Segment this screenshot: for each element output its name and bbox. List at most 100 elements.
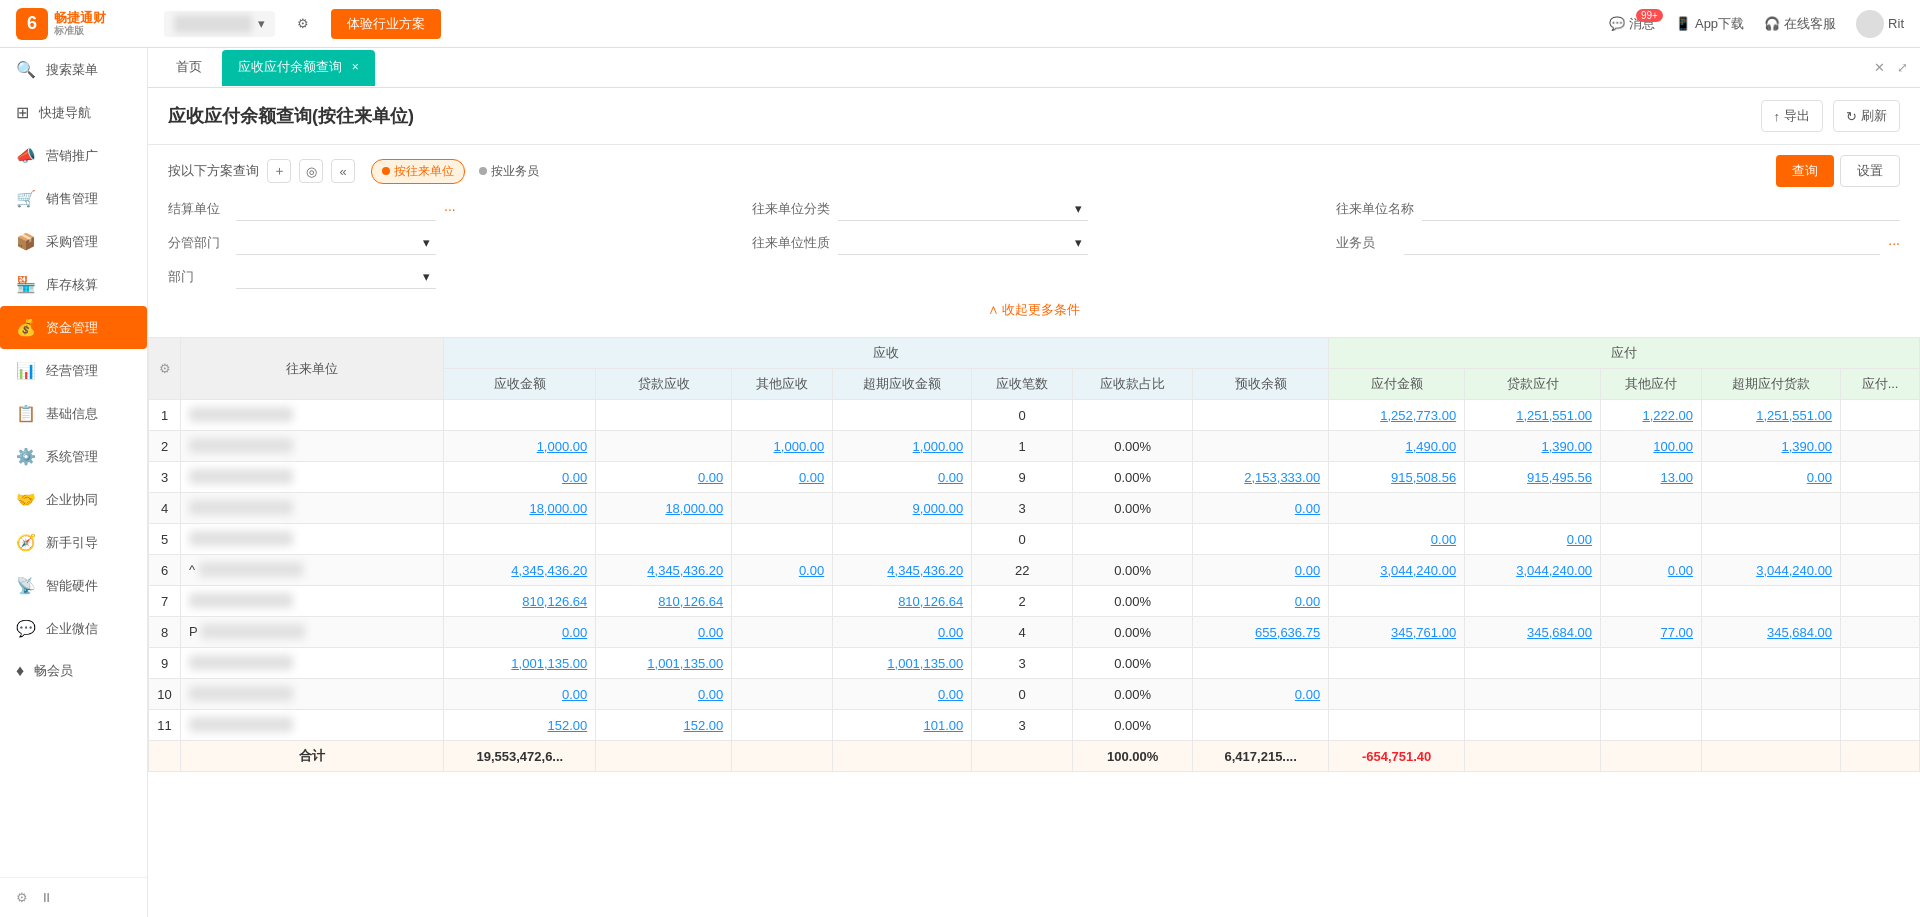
sidebar-item-operations[interactable]: 📊 经营管理 bbox=[0, 349, 147, 392]
filter-collapse-toggle[interactable]: ∧ 收起更多条件 bbox=[168, 293, 1900, 327]
sidebar-item-system[interactable]: ⚙️ 系统管理 bbox=[0, 435, 147, 478]
table-cell[interactable]: 0.00 bbox=[1193, 586, 1329, 617]
table-cell[interactable]: 3,044,240.00 bbox=[1329, 555, 1465, 586]
table-cell[interactable]: 655,636.75 bbox=[1193, 617, 1329, 648]
table-cell[interactable]: 0.00 bbox=[732, 462, 833, 493]
table-cell[interactable] bbox=[1601, 648, 1702, 679]
table-cell[interactable]: 18,000.00 bbox=[596, 493, 732, 524]
table-cell[interactable] bbox=[732, 710, 833, 741]
dept-manager-select[interactable] bbox=[236, 231, 436, 255]
table-cell[interactable] bbox=[1601, 524, 1702, 555]
settings-btn[interactable]: 设置 bbox=[1840, 155, 1900, 187]
table-cell[interactable] bbox=[1329, 493, 1465, 524]
table-cell[interactable]: 1,251,551.00 bbox=[1465, 400, 1601, 431]
table-cell[interactable]: 0.00 bbox=[596, 679, 732, 710]
table-cell[interactable] bbox=[1329, 648, 1465, 679]
sidebar-item-weixin[interactable]: 💬 企业微信 bbox=[0, 607, 147, 650]
table-cell[interactable]: 0.00 bbox=[1465, 524, 1601, 555]
table-cell[interactable] bbox=[1193, 431, 1329, 462]
table-cell[interactable] bbox=[1702, 524, 1841, 555]
table-cell[interactable] bbox=[1193, 524, 1329, 555]
table-cell[interactable]: 1,000.00 bbox=[833, 431, 972, 462]
sidebar-item-sales[interactable]: 🛒 销售管理 bbox=[0, 177, 147, 220]
table-cell[interactable]: 4,345,436.20 bbox=[596, 555, 732, 586]
export-btn[interactable]: ↑ 导出 bbox=[1761, 100, 1824, 132]
table-cell[interactable]: 152.00 bbox=[596, 710, 732, 741]
filter-collapse-btn[interactable]: « bbox=[331, 159, 355, 183]
salesman-ellipsis[interactable]: ··· bbox=[1888, 235, 1900, 251]
table-cell[interactable]: 0.00 bbox=[596, 617, 732, 648]
table-cell[interactable]: 77.00 bbox=[1601, 617, 1702, 648]
table-cell[interactable]: 1,390.00 bbox=[1702, 431, 1841, 462]
company-selector[interactable]: 某某公司某某 ▾ bbox=[164, 11, 275, 37]
table-cell[interactable]: 0.00 bbox=[1702, 462, 1841, 493]
table-cell[interactable]: 345,761.00 bbox=[1329, 617, 1465, 648]
table-cell[interactable] bbox=[833, 400, 972, 431]
table-cell[interactable] bbox=[1601, 493, 1702, 524]
table-cell[interactable]: 0.00 bbox=[444, 462, 596, 493]
table-cell[interactable] bbox=[1193, 710, 1329, 741]
table-cell[interactable]: 0.00 bbox=[833, 617, 972, 648]
settings-bottom-icon[interactable]: ⚙ bbox=[16, 890, 28, 905]
table-cell[interactable]: 345,684.00 bbox=[1702, 617, 1841, 648]
sub-nav-item-by-salesman[interactable]: 按业务员 bbox=[469, 160, 549, 183]
sidebar-item-inventory[interactable]: 🏪 库存核算 bbox=[0, 263, 147, 306]
table-cell[interactable]: 1,490.00 bbox=[1329, 431, 1465, 462]
partner-nature-select[interactable] bbox=[838, 231, 1088, 255]
close-window-icon[interactable]: ✕ bbox=[1874, 60, 1885, 75]
table-cell[interactable] bbox=[1601, 710, 1702, 741]
tab-ar-ap-query[interactable]: 应收应付余额查询 × bbox=[222, 50, 375, 86]
add-filter-btn[interactable]: ＋ bbox=[267, 159, 291, 183]
table-cell[interactable] bbox=[1193, 648, 1329, 679]
table-cell[interactable] bbox=[732, 400, 833, 431]
table-cell[interactable] bbox=[1702, 493, 1841, 524]
salesman-input[interactable] bbox=[1404, 231, 1880, 255]
table-cell[interactable] bbox=[596, 400, 732, 431]
table-cell[interactable]: 1,001,135.00 bbox=[833, 648, 972, 679]
table-cell[interactable] bbox=[1702, 710, 1841, 741]
filter-settings-btn[interactable]: ◎ bbox=[299, 159, 323, 183]
table-settings-icon[interactable]: ⚙ bbox=[159, 361, 171, 376]
maximize-window-icon[interactable]: ⤢ bbox=[1897, 60, 1908, 75]
table-cell[interactable] bbox=[732, 493, 833, 524]
partner-name-input[interactable] bbox=[1422, 197, 1900, 221]
table-cell[interactable] bbox=[596, 431, 732, 462]
table-cell[interactable] bbox=[732, 524, 833, 555]
sidebar-item-search-menu[interactable]: 🔍 搜索菜单 bbox=[0, 48, 147, 91]
sub-nav-item-by-partner[interactable]: 按往来单位 bbox=[371, 159, 465, 184]
table-cell[interactable]: 152.00 bbox=[444, 710, 596, 741]
table-cell[interactable]: 13.00 bbox=[1601, 462, 1702, 493]
table-cell[interactable]: 0.00 bbox=[444, 679, 596, 710]
industry-btn[interactable]: 体验行业方案 bbox=[331, 9, 441, 39]
tab-close-btn[interactable]: × bbox=[352, 60, 359, 74]
table-cell[interactable]: 1,000.00 bbox=[444, 431, 596, 462]
table-cell[interactable]: 9,000.00 bbox=[833, 493, 972, 524]
table-cell[interactable]: 915,508.56 bbox=[1329, 462, 1465, 493]
table-cell[interactable] bbox=[1329, 586, 1465, 617]
online-support-btn[interactable]: 🎧 在线客服 bbox=[1764, 15, 1836, 33]
user-avatar[interactable]: Rit bbox=[1856, 10, 1904, 38]
table-cell[interactable]: 3,044,240.00 bbox=[1465, 555, 1601, 586]
table-cell[interactable] bbox=[596, 524, 732, 555]
sidebar-item-member[interactable]: ♦ 畅会员 bbox=[0, 650, 147, 692]
table-cell[interactable]: 810,126.64 bbox=[833, 586, 972, 617]
table-cell[interactable] bbox=[732, 586, 833, 617]
table-cell[interactable]: 810,126.64 bbox=[444, 586, 596, 617]
table-cell[interactable] bbox=[1601, 679, 1702, 710]
table-cell[interactable] bbox=[1601, 586, 1702, 617]
table-cell[interactable] bbox=[1465, 648, 1601, 679]
table-cell[interactable]: 4,345,436.20 bbox=[444, 555, 596, 586]
dept-select[interactable] bbox=[236, 265, 436, 289]
settings-icon[interactable]: ⚙ bbox=[287, 8, 319, 40]
table-cell[interactable]: 0.00 bbox=[1601, 555, 1702, 586]
table-cell[interactable] bbox=[732, 617, 833, 648]
app-download-btn[interactable]: 📱 App下载 bbox=[1675, 15, 1744, 33]
table-cell[interactable] bbox=[444, 400, 596, 431]
table-cell[interactable]: 4,345,436.20 bbox=[833, 555, 972, 586]
sidebar-item-quick-nav[interactable]: ⊞ 快捷导航 bbox=[0, 91, 147, 134]
table-cell[interactable] bbox=[1702, 679, 1841, 710]
sidebar-item-basic-info[interactable]: 📋 基础信息 bbox=[0, 392, 147, 435]
sidebar-item-guide[interactable]: 🧭 新手引导 bbox=[0, 521, 147, 564]
table-cell[interactable] bbox=[1329, 679, 1465, 710]
table-cell[interactable]: 1,251,551.00 bbox=[1702, 400, 1841, 431]
